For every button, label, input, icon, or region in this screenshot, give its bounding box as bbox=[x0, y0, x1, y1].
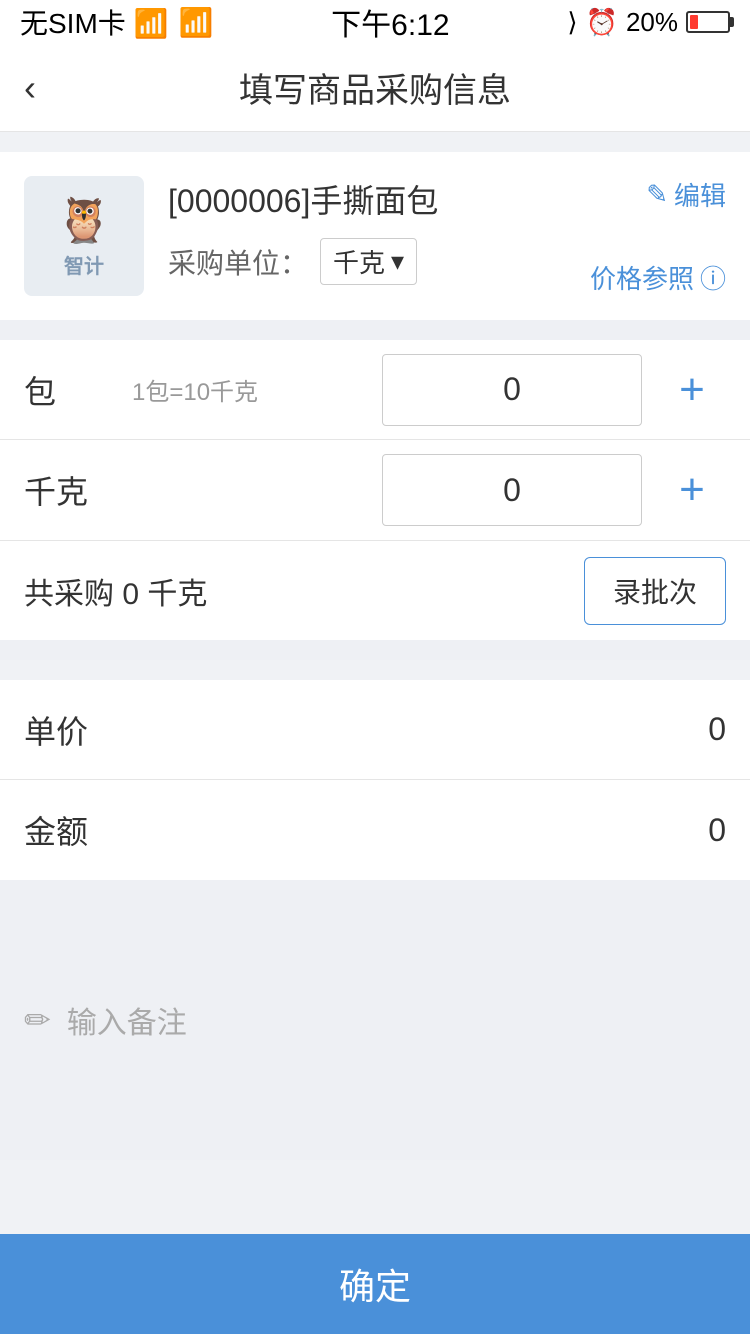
total-row: 共采购 0 千克 录批次 bbox=[0, 540, 750, 640]
total-text: 共采购 0 千克 bbox=[24, 569, 207, 613]
input-section: 包 1包=10千克 + 千克 + bbox=[0, 340, 750, 540]
bag-plus-button[interactable]: + bbox=[658, 356, 726, 424]
kg-plus-button[interactable]: + bbox=[658, 456, 726, 524]
product-card: 🦉 智计 [0000006]手撕面包 采购单位： 千克 ▾ ✎ 编辑 价格参照 … bbox=[0, 152, 750, 320]
nav-bar: ‹ 填写商品采购信息 bbox=[0, 44, 750, 132]
product-name: [0000006]手撕面包 bbox=[168, 176, 726, 222]
section-divider-1 bbox=[0, 320, 750, 340]
location-icon: ⟩ bbox=[567, 7, 577, 38]
chevron-down-icon: ▾ bbox=[391, 246, 404, 277]
confirm-button[interactable]: 确定 bbox=[0, 1234, 750, 1334]
bag-input-row: 包 1包=10千克 + bbox=[0, 340, 750, 440]
unit-price-value: 0 bbox=[708, 711, 726, 748]
pencil-icon: ✏ bbox=[24, 1001, 51, 1039]
bag-input-wrap: + bbox=[258, 354, 726, 426]
battery-percent: 20% bbox=[626, 7, 678, 38]
remark-placeholder: 输入备注 bbox=[67, 998, 187, 1042]
bag-sublabel: 1包=10千克 bbox=[132, 372, 258, 407]
unit-select[interactable]: 千克 ▾ bbox=[320, 238, 417, 285]
sim-text: 无SIM卡 📶 bbox=[20, 2, 168, 42]
edit-button[interactable]: ✎ 编辑 bbox=[646, 176, 726, 213]
unit-value: 千克 bbox=[333, 243, 385, 280]
bag-input[interactable] bbox=[382, 354, 642, 426]
remark-section[interactable]: ✏ 输入备注 bbox=[0, 880, 750, 1160]
unit-price-row: 单价 0 bbox=[0, 680, 750, 780]
status-left: 无SIM卡 📶 📶 bbox=[20, 2, 213, 42]
alarm-icon: ⏰ bbox=[586, 7, 618, 38]
status-time: 下午6:12 bbox=[331, 0, 449, 44]
edit-icon: ✎ bbox=[646, 179, 668, 210]
info-icon: ⓘ bbox=[700, 259, 726, 296]
back-button[interactable]: ‹ bbox=[24, 67, 36, 109]
unit-label: 采购单位： bbox=[168, 242, 308, 282]
unit-price-label: 单价 bbox=[24, 707, 88, 753]
wifi-icon: 📶 bbox=[178, 6, 213, 39]
brand-logo-icon: 🦉 bbox=[57, 194, 112, 246]
battery-icon bbox=[686, 11, 730, 33]
status-right: ⟩ ⏰ 20% bbox=[567, 7, 730, 38]
amount-value: 0 bbox=[708, 812, 726, 849]
price-info-section: 单价 0 金额 0 bbox=[0, 680, 750, 880]
product-thumbnail: 🦉 智计 bbox=[24, 176, 144, 296]
amount-row: 金额 0 bbox=[0, 780, 750, 880]
amount-label: 金额 bbox=[24, 807, 88, 853]
page-title: 填写商品采购信息 bbox=[239, 63, 511, 112]
price-reference-button[interactable]: 价格参照 ⓘ bbox=[590, 259, 726, 296]
kg-input-row: 千克 + bbox=[0, 440, 750, 540]
kg-label: 千克 bbox=[24, 467, 124, 513]
batch-button[interactable]: 录批次 bbox=[584, 557, 726, 625]
kg-input-wrap: + bbox=[124, 454, 726, 526]
bag-label: 包 bbox=[24, 367, 124, 413]
brand-name: 智计 bbox=[64, 250, 104, 279]
kg-input[interactable] bbox=[382, 454, 642, 526]
section-divider-2 bbox=[0, 640, 750, 660]
status-bar: 无SIM卡 📶 📶 下午6:12 ⟩ ⏰ 20% bbox=[0, 0, 750, 44]
